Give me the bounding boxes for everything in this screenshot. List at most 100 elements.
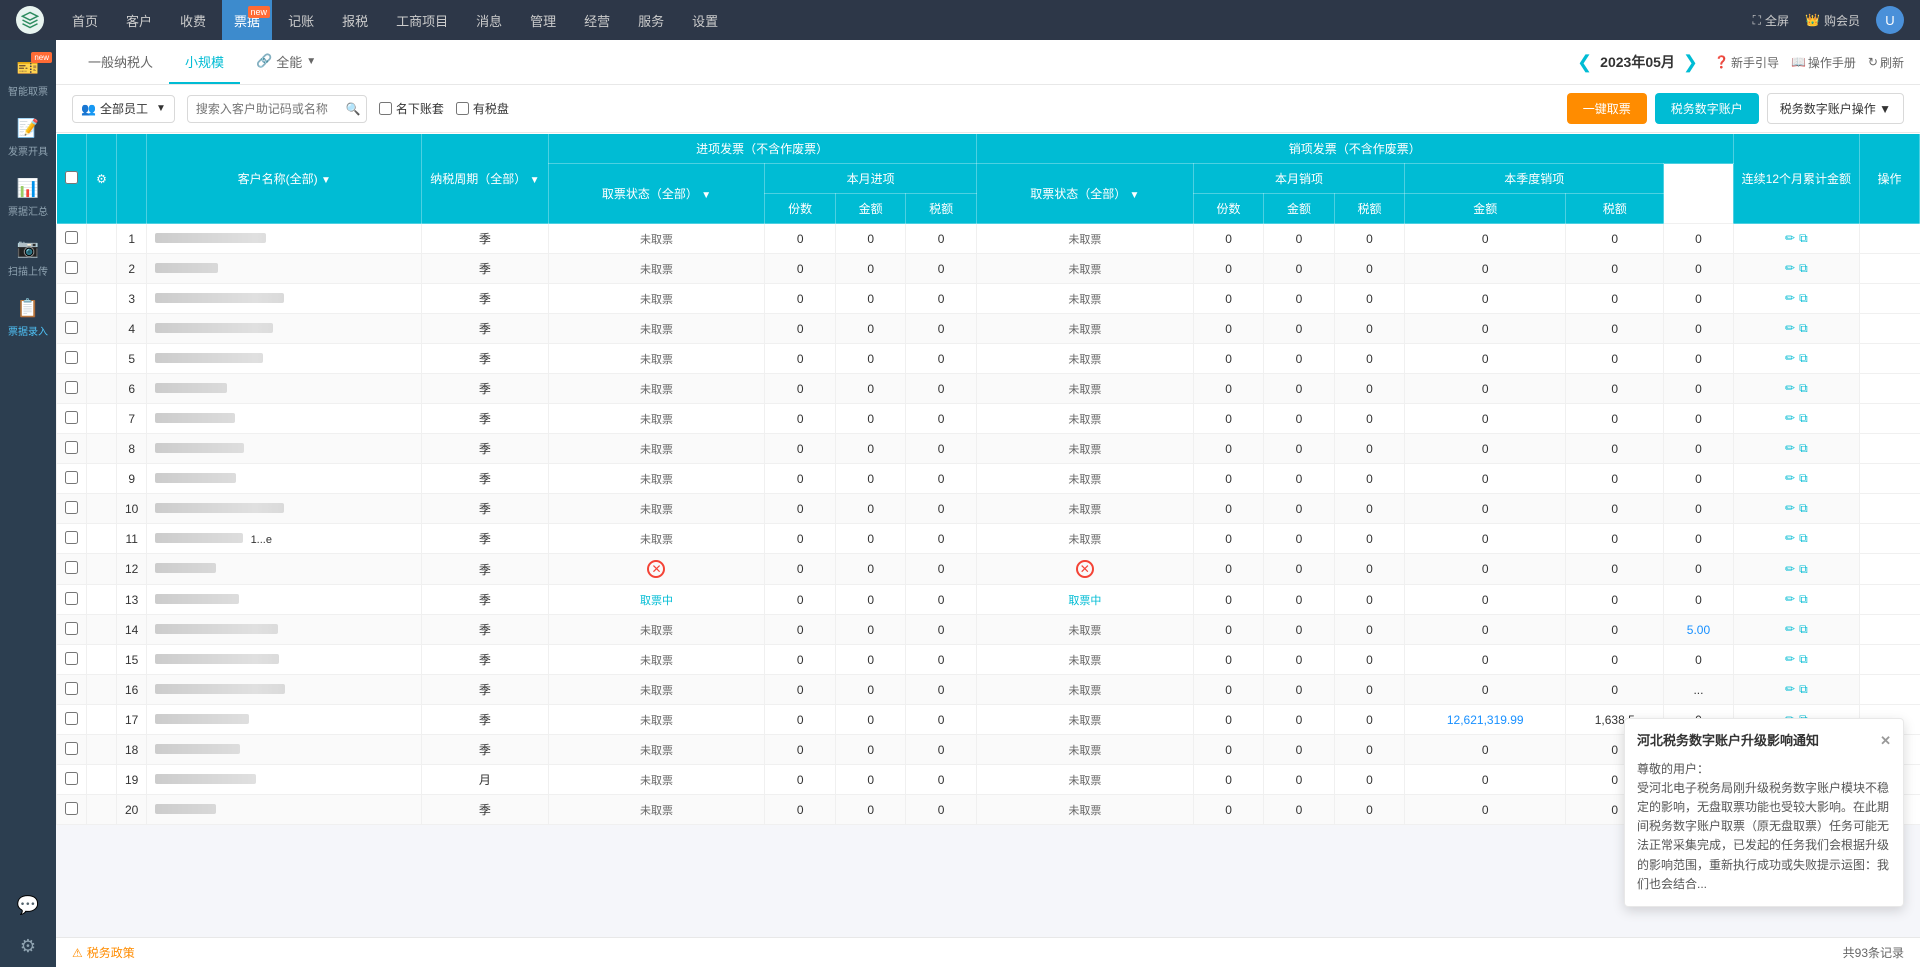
edit-icon[interactable]: ✏ xyxy=(1785,682,1795,697)
row-check-3[interactable] xyxy=(65,321,78,334)
edit-icon[interactable]: ✏ xyxy=(1785,231,1795,246)
vip-btn[interactable]: 👑 购会员 xyxy=(1805,12,1860,29)
row-client-name[interactable] xyxy=(147,344,422,374)
tax-digital-op-btn[interactable]: 税务数字账户操作 ▼ xyxy=(1767,93,1904,124)
client-search-input[interactable] xyxy=(187,95,367,123)
refresh-btn[interactable]: ↻ 刷新 xyxy=(1868,54,1904,71)
copy-icon[interactable]: ⧉ xyxy=(1799,592,1808,607)
row-client-name[interactable] xyxy=(147,464,422,494)
row-check-0[interactable] xyxy=(65,231,78,244)
row-check-11[interactable] xyxy=(65,561,78,574)
sidebar-item-bottom1[interactable]: 💬 xyxy=(0,885,56,926)
subnav-small-scale[interactable]: 小规模 xyxy=(169,40,240,84)
sidebar-item-ticket-summary[interactable]: 📊 票据汇总 xyxy=(0,168,56,228)
row-check-10[interactable] xyxy=(65,531,78,544)
row-client-name[interactable] xyxy=(147,254,422,284)
tax-policy-link[interactable]: ⚠ 税务政策 xyxy=(72,944,135,961)
row-client-name[interactable] xyxy=(147,494,422,524)
copy-icon[interactable]: ⧉ xyxy=(1799,231,1808,246)
edit-icon[interactable]: ✏ xyxy=(1785,321,1795,336)
edit-icon[interactable]: ✏ xyxy=(1785,562,1795,577)
edit-icon[interactable]: ✏ xyxy=(1785,501,1795,516)
row-client-name[interactable] xyxy=(147,554,422,585)
row-check-2[interactable] xyxy=(65,291,78,304)
edit-icon[interactable]: ✏ xyxy=(1785,411,1795,426)
copy-icon[interactable]: ⧉ xyxy=(1799,261,1808,276)
row-client-name[interactable] xyxy=(147,284,422,314)
row-client-name[interactable] xyxy=(147,735,422,765)
sidebar-item-ticket-entry[interactable]: 📋 票据录入 xyxy=(0,288,56,348)
row-check-14[interactable] xyxy=(65,652,78,665)
edit-icon[interactable]: ✏ xyxy=(1785,622,1795,637)
down-account-check[interactable] xyxy=(379,102,392,115)
get-status-out-filter[interactable]: ▼ xyxy=(1130,190,1140,201)
edit-icon[interactable]: ✏ xyxy=(1785,351,1795,366)
nav-manage[interactable]: 管理 xyxy=(518,0,568,40)
row-client-name[interactable] xyxy=(147,765,422,795)
edit-icon[interactable]: ✏ xyxy=(1785,381,1795,396)
row-client-name[interactable] xyxy=(147,314,422,344)
nav-tax[interactable]: 报税 xyxy=(330,0,380,40)
row-check-19[interactable] xyxy=(65,802,78,815)
copy-icon[interactable]: ⧉ xyxy=(1799,501,1808,516)
edit-icon[interactable]: ✏ xyxy=(1785,592,1795,607)
get-status-in-filter[interactable]: ▼ xyxy=(701,190,711,201)
row-check-1[interactable] xyxy=(65,261,78,274)
new-guide-btn[interactable]: ❓ 新手引导 xyxy=(1714,54,1779,71)
subnav-general-taxpayer[interactable]: 一般纳税人 xyxy=(72,40,169,84)
sidebar-item-bottom2[interactable]: ⚙ xyxy=(0,926,56,967)
nav-fee[interactable]: 收费 xyxy=(168,0,218,40)
nav-accounting[interactable]: 记账 xyxy=(276,0,326,40)
nav-settings[interactable]: 设置 xyxy=(680,0,730,40)
manual-btn[interactable]: 📖 操作手册 xyxy=(1791,54,1856,71)
copy-icon[interactable]: ⧉ xyxy=(1799,321,1808,336)
row-check-13[interactable] xyxy=(65,622,78,635)
row-client-name[interactable]: 1...e xyxy=(147,524,422,554)
row-client-name[interactable] xyxy=(147,795,422,825)
down-account-checkbox[interactable]: 名下账套 xyxy=(379,100,444,117)
period-next-btn[interactable]: ❯ xyxy=(1683,52,1698,73)
row-check-15[interactable] xyxy=(65,682,78,695)
copy-icon[interactable]: ⧉ xyxy=(1799,682,1808,697)
client-filter-icon[interactable]: ▼ xyxy=(321,175,331,186)
nav-ticket[interactable]: 票据 new xyxy=(222,0,272,40)
row-client-name[interactable] xyxy=(147,585,422,615)
copy-icon[interactable]: ⧉ xyxy=(1799,531,1808,546)
nav-client[interactable]: 客户 xyxy=(114,0,164,40)
edit-icon[interactable]: ✏ xyxy=(1785,441,1795,456)
row-client-name[interactable] xyxy=(147,615,422,645)
nav-operation[interactable]: 经营 xyxy=(572,0,622,40)
edit-icon[interactable]: ✏ xyxy=(1785,471,1795,486)
row-client-name[interactable] xyxy=(147,434,422,464)
row-check-6[interactable] xyxy=(65,411,78,424)
nav-message[interactable]: 消息 xyxy=(464,0,514,40)
period-prev-btn[interactable]: ❮ xyxy=(1577,52,1592,73)
edit-icon[interactable]: ✏ xyxy=(1785,261,1795,276)
search-icon[interactable]: 🔍 xyxy=(346,102,361,116)
nav-home[interactable]: 首页 xyxy=(60,0,110,40)
row-client-name[interactable] xyxy=(147,675,422,705)
fullscreen-btn[interactable]: ⛶ 全屏 xyxy=(1753,12,1789,29)
copy-icon[interactable]: ⧉ xyxy=(1799,562,1808,577)
edit-icon[interactable]: ✏ xyxy=(1785,531,1795,546)
tax-digital-btn[interactable]: 税务数字账户 xyxy=(1655,93,1759,124)
row-check-7[interactable] xyxy=(65,441,78,454)
copy-icon[interactable]: ⧉ xyxy=(1799,622,1808,637)
has-tax-checkbox[interactable]: 有税盘 xyxy=(456,100,509,117)
edit-icon[interactable]: ✏ xyxy=(1785,291,1795,306)
select-all-checkbox[interactable] xyxy=(65,171,78,184)
nav-business[interactable]: 工商项目 xyxy=(384,0,460,40)
employee-filter[interactable]: 👥 全部员工 ▼ xyxy=(72,95,175,123)
notification-close-btn[interactable]: ✕ xyxy=(1880,731,1891,752)
one-key-ticket-btn[interactable]: 一键取票 xyxy=(1567,93,1647,124)
copy-icon[interactable]: ⧉ xyxy=(1799,411,1808,426)
row-check-17[interactable] xyxy=(65,742,78,755)
row-client-name[interactable] xyxy=(147,224,422,254)
has-tax-check[interactable] xyxy=(456,102,469,115)
copy-icon[interactable]: ⧉ xyxy=(1799,652,1808,667)
row-check-18[interactable] xyxy=(65,772,78,785)
copy-icon[interactable]: ⧉ xyxy=(1799,351,1808,366)
row-check-4[interactable] xyxy=(65,351,78,364)
row-check-9[interactable] xyxy=(65,501,78,514)
edit-icon[interactable]: ✏ xyxy=(1785,652,1795,667)
